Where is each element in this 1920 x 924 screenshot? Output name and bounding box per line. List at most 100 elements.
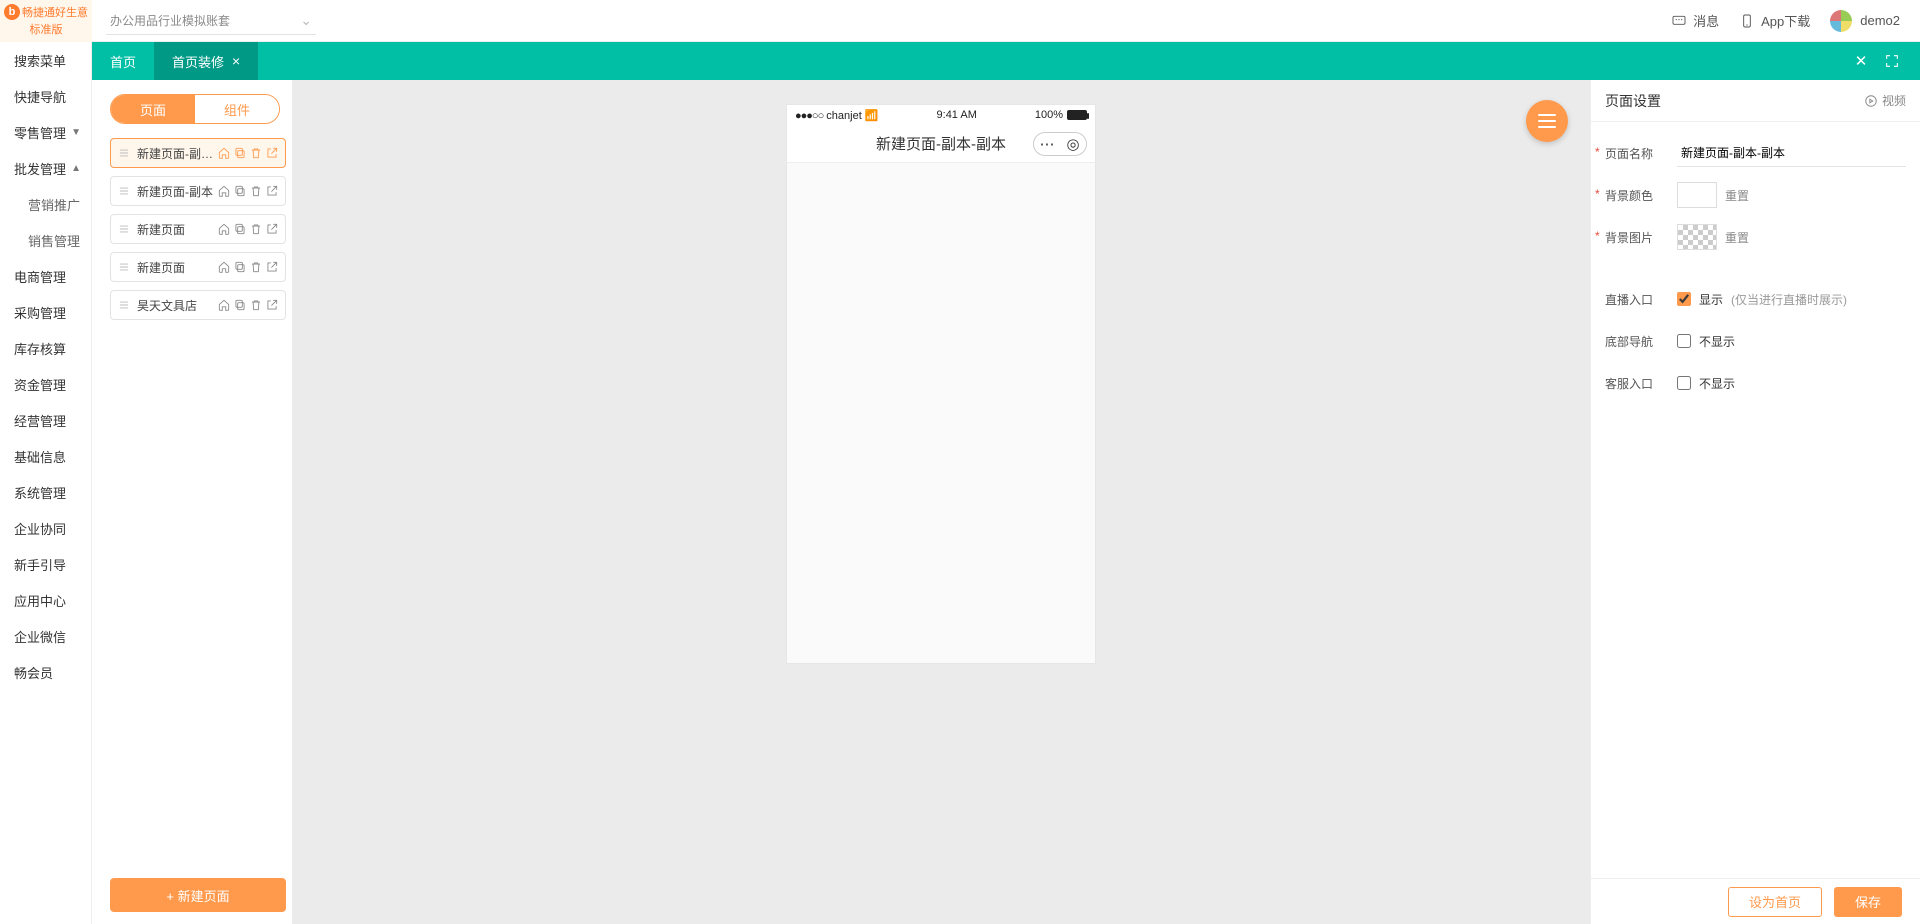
page-card-name: 新建页面 [137, 259, 215, 276]
sidebar-search[interactable]: 搜索菜单 [0, 42, 91, 78]
page-card-name: 新建页面-副本 [137, 183, 215, 200]
carrier-label: chanjet [826, 110, 861, 122]
bg-image-swatch[interactable] [1677, 224, 1717, 250]
delete-icon[interactable] [249, 298, 263, 312]
copy-icon[interactable] [233, 260, 247, 274]
bg-color-label: 背景颜色 [1605, 187, 1677, 204]
close-all-icon[interactable]: ✕ [1848, 48, 1874, 74]
phone-frame: ●●●○○ chanjet 📶 9:41 AM 100% 新建页面-副本-副本 … [786, 104, 1096, 664]
open-icon[interactable] [265, 298, 279, 312]
sidebar-operation[interactable]: 经营管理 [0, 402, 91, 438]
battery-icon [1067, 110, 1087, 120]
brand-logo-icon: b [4, 4, 20, 20]
page-list-pane: 页面 组件 新建页面-副本...新建页面-副本新建页面新建页面昊天文具店 + 新… [92, 80, 292, 924]
sidebar-appcenter[interactable]: 应用中心 [0, 582, 91, 618]
sidebar-basicinfo[interactable]: 基础信息 [0, 438, 91, 474]
drag-icon[interactable] [117, 298, 131, 312]
sidebar-wholesale[interactable]: 批发管理▲ [0, 150, 91, 186]
battery-label: 100% [1035, 109, 1063, 121]
drag-icon[interactable] [117, 222, 131, 236]
sidebar-wholesale-marketing-label: 营销推广 [28, 195, 80, 214]
open-icon[interactable] [265, 184, 279, 198]
open-icon[interactable] [265, 222, 279, 236]
top-app-download-label: App下载 [1761, 11, 1810, 30]
sidebar-wechat[interactable]: 企业微信 [0, 618, 91, 654]
page-card[interactable]: 昊天文具店 [110, 290, 286, 320]
bottom-nav-checkbox[interactable] [1677, 334, 1691, 348]
sidebar-wholesale-marketing[interactable]: 营销推广 [0, 186, 91, 222]
sidebar-inventory[interactable]: 库存核算 [0, 330, 91, 366]
sidebar-wholesale-sales[interactable]: 销售管理 [0, 222, 91, 258]
copy-icon[interactable] [233, 184, 247, 198]
layers-fab[interactable] [1526, 100, 1568, 142]
service-entry-hide-label: 不显示 [1699, 375, 1735, 392]
page-card[interactable]: 新建页面 [110, 252, 286, 282]
tab-home[interactable]: 首页 [92, 42, 154, 80]
home-icon[interactable] [217, 146, 231, 160]
page-name-input[interactable] [1677, 139, 1906, 167]
sidebar-item-label: 库存核算 [14, 339, 66, 358]
home-icon[interactable] [217, 260, 231, 274]
sidebar-member[interactable]: 畅会员 [0, 654, 91, 690]
home-icon[interactable] [217, 184, 231, 198]
bg-color-swatch[interactable] [1677, 182, 1717, 208]
open-icon[interactable] [265, 146, 279, 160]
home-icon[interactable] [217, 298, 231, 312]
sidebar-guide[interactable]: 新手引导 [0, 546, 91, 582]
delete-icon[interactable] [249, 146, 263, 160]
capsule-buttons: ⋯ ◎ [1033, 132, 1087, 156]
more-icon[interactable]: ⋯ [1034, 133, 1060, 155]
account-selector[interactable]: 办公用品行业模拟账套 ⌄ [106, 7, 316, 35]
open-icon[interactable] [265, 260, 279, 274]
top-bar: b 畅捷通好生意 标准版 办公用品行业模拟账套 ⌄ 消息 App下载 demo2 [0, 0, 1920, 42]
sidebar-purchase[interactable]: 采购管理 [0, 294, 91, 330]
new-page-button[interactable]: + 新建页面 [110, 878, 286, 912]
page-card[interactable]: 新建页面-副本... [110, 138, 286, 168]
message-icon [1671, 13, 1687, 29]
tab-decorate[interactable]: 首页装修 × [154, 42, 258, 80]
save-button[interactable]: 保存 [1834, 887, 1902, 917]
delete-icon[interactable] [249, 222, 263, 236]
drag-icon[interactable] [117, 260, 131, 274]
home-icon[interactable] [217, 222, 231, 236]
sidebar-item-label: 系统管理 [14, 483, 66, 502]
caret-up-icon: ▲ [71, 163, 81, 174]
set-home-button[interactable]: 设为首页 [1728, 887, 1822, 917]
segment-page[interactable]: 页面 [111, 95, 195, 123]
drag-icon[interactable] [117, 146, 131, 160]
brand-edition: 标准版 [30, 21, 63, 37]
bg-color-reset[interactable]: 重置 [1725, 187, 1749, 204]
target-icon[interactable]: ◎ [1060, 133, 1086, 155]
bg-image-reset[interactable]: 重置 [1725, 229, 1749, 246]
close-icon[interactable]: × [232, 53, 240, 69]
sidebar-quicknav[interactable]: 快捷导航 [0, 78, 91, 114]
delete-icon[interactable] [249, 260, 263, 274]
sidebar-retail[interactable]: 零售管理▼ [0, 114, 91, 150]
sidebar-item-label: 企业协同 [14, 519, 66, 538]
top-app-download[interactable]: App下载 [1739, 11, 1810, 30]
drag-icon[interactable] [117, 184, 131, 198]
top-messages[interactable]: 消息 [1671, 11, 1719, 30]
fullscreen-icon[interactable] [1884, 48, 1910, 74]
help-video-link[interactable]: 视频 [1864, 92, 1906, 109]
copy-icon[interactable] [233, 146, 247, 160]
sidebar-item-label: 资金管理 [14, 375, 66, 394]
work-area: 首页 首页装修 × ✕ 页面 组件 新建页面-副本...新建页面-副本新建页面 [92, 42, 1920, 924]
live-entry-checkbox[interactable] [1677, 292, 1691, 306]
page-card[interactable]: 新建页面 [110, 214, 286, 244]
sidebar-collab[interactable]: 企业协同 [0, 510, 91, 546]
service-entry-checkbox[interactable] [1677, 376, 1691, 390]
copy-icon[interactable] [233, 222, 247, 236]
segment-component[interactable]: 组件 [195, 95, 279, 123]
top-messages-label: 消息 [1693, 11, 1719, 30]
sidebar-system[interactable]: 系统管理 [0, 474, 91, 510]
page-card[interactable]: 新建页面-副本 [110, 176, 286, 206]
delete-icon[interactable] [249, 184, 263, 198]
sidebar-ecommerce[interactable]: 电商管理 [0, 258, 91, 294]
account-selector-label: 办公用品行业模拟账套 [110, 12, 230, 29]
sidebar-fund[interactable]: 资金管理 [0, 366, 91, 402]
copy-icon[interactable] [233, 298, 247, 312]
user-menu[interactable]: demo2 [1830, 10, 1900, 32]
segment-page-label: 页面 [140, 100, 166, 119]
bottom-nav-label: 底部导航 [1605, 333, 1677, 350]
